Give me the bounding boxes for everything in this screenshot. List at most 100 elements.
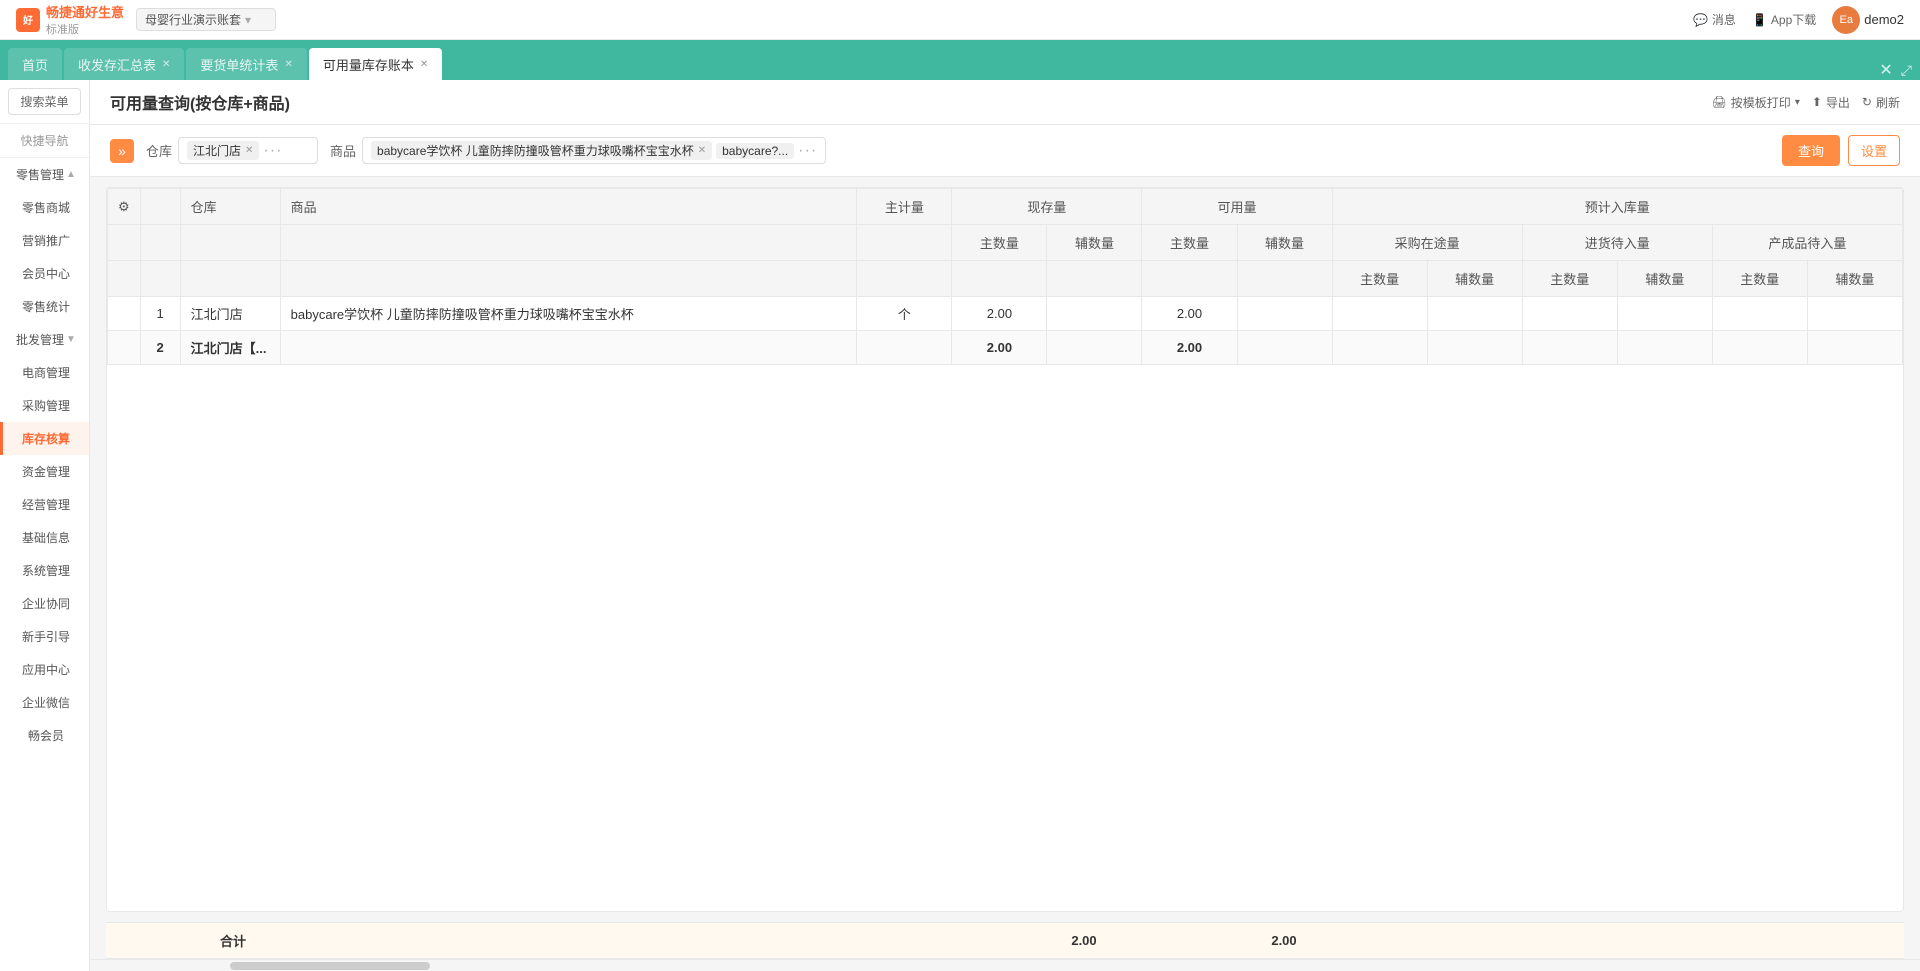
print-btn[interactable]: 🖨 按模板打印 ▾ — [1712, 94, 1800, 111]
chevron-icon: ▼ — [66, 334, 76, 345]
th-num — [140, 189, 180, 225]
th-product-sub2 — [280, 261, 857, 297]
filter-expand-btn[interactable]: » — [110, 139, 134, 163]
sidebar-item-retail-store[interactable]: 零售商城 — [0, 191, 89, 224]
th-warehouse: 仓库 — [180, 189, 280, 225]
nav-tabs-right: ✕ ⤢ — [1879, 60, 1912, 80]
download-icon: 📱 — [1752, 13, 1767, 27]
sidebar-item-marketing[interactable]: 营销推广 — [0, 224, 89, 257]
th-forecast-group: 预计入库量 — [1332, 189, 1902, 225]
export-btn[interactable]: ⬆ 导出 — [1812, 94, 1850, 111]
th-gear-sub — [108, 225, 141, 261]
filter-actions: 查询 设置 — [1782, 135, 1900, 166]
sidebar-quick-nav: 快捷导航 — [0, 124, 89, 158]
product-more-icon[interactable]: ··· — [798, 142, 817, 160]
sidebar-item-guide[interactable]: 新手引导 — [0, 620, 89, 653]
cell-avail-main: 2.00 — [1142, 297, 1237, 331]
sidebar-item-enterprise[interactable]: 企业协同 — [0, 587, 89, 620]
sidebar-item-finance[interactable]: 资金管理 — [0, 455, 89, 488]
sidebar: 搜索菜单 快捷导航 零售管理 ▲ 零售商城 营销推广 会员中心 零售统计 批发管… — [0, 80, 90, 971]
cell-pur-sub — [1427, 297, 1522, 331]
app-download-btn[interactable]: 📱 App下载 — [1752, 11, 1816, 28]
cell-inc-main-st — [1522, 331, 1617, 365]
tab-receive[interactable]: 收发存汇总表 ✕ — [64, 48, 184, 80]
settings-btn[interactable]: 设置 — [1848, 135, 1900, 166]
logo-icon: 好 — [16, 8, 40, 32]
product-filter-group: 商品 babycare学饮杯 儿童防摔防撞吸管杯重力球吸嘴杯宝宝水杯 ✕ bab… — [330, 137, 826, 164]
sidebar-item-sys-mgmt[interactable]: 系统管理 — [0, 554, 89, 587]
product-remove-icon[interactable]: ✕ — [698, 145, 706, 156]
product-input[interactable]: babycare学饮杯 儿童防摔防撞吸管杯重力球吸嘴杯宝宝水杯 ✕ babyca… — [362, 137, 826, 164]
sidebar-item-purchase[interactable]: 采购管理 — [0, 389, 89, 422]
tab-inventory-close[interactable]: ✕ — [420, 59, 428, 70]
th-stock-main: 主数量 — [952, 225, 1047, 261]
sidebar-item-basic-info[interactable]: 基础信息 — [0, 521, 89, 554]
export-icon: ⬆ — [1812, 95, 1822, 109]
th-production-group: 产成品待入量 — [1712, 225, 1902, 261]
cell-inc-sub-st — [1617, 331, 1712, 365]
th-purchase-group: 采购在途量 — [1332, 225, 1522, 261]
scroll-thumb[interactable] — [230, 962, 430, 970]
tab-home[interactable]: 首页 — [8, 48, 62, 80]
refresh-btn[interactable]: ↻ 刷新 — [1862, 94, 1900, 111]
cell-pur-main — [1332, 297, 1427, 331]
page-header: 可用量查询(按仓库+商品) 🖨 按模板打印 ▾ ⬆ 导出 ↻ 刷新 — [90, 80, 1920, 125]
horizontal-scrollbar[interactable] — [90, 959, 1920, 971]
tab-inventory[interactable]: 可用量库存账本 ✕ — [309, 48, 442, 80]
cell-unit: 个 — [857, 297, 952, 331]
cell-avail-sub-st — [1237, 331, 1332, 365]
inventory-table: ⚙ 仓库 商品 主计量 现存量 可用量 预计入库量 — [107, 188, 1903, 365]
cell-num: 1 — [140, 297, 180, 331]
table-row-subtotal: 2 江北门店【... 2.00 2.00 — [108, 331, 1903, 365]
footer-avail-main: 2.00 — [1224, 933, 1344, 948]
sidebar-item-wechat[interactable]: 企业微信 — [0, 686, 89, 719]
th-stock-sub: 辅数量 — [1047, 225, 1142, 261]
tab-receive-label: 收发存汇总表 — [78, 55, 156, 74]
sidebar-item-member[interactable]: 会员中心 — [0, 257, 89, 290]
sidebar-item-retail-mgmt[interactable]: 零售管理 ▲ — [0, 158, 89, 191]
th-pur-sub: 辅数量 — [1427, 261, 1522, 297]
query-btn[interactable]: 查询 — [1782, 135, 1840, 166]
tab-order[interactable]: 要货单统计表 ✕ — [186, 48, 306, 80]
sidebar-item-inventory-check[interactable]: 库存核算 — [0, 422, 89, 455]
cell-inc-sub — [1617, 297, 1712, 331]
page-title: 可用量查询(按仓库+商品) — [110, 90, 290, 114]
th-warehouse-sub — [180, 225, 280, 261]
sidebar-item-ecommerce[interactable]: 电商管理 — [0, 356, 89, 389]
warehouse-input[interactable]: 江北门店 ✕ ··· — [178, 137, 318, 164]
nav-expand-icon[interactable]: ⤢ — [1901, 62, 1912, 79]
user-avatar[interactable]: Ea demo2 — [1832, 6, 1904, 34]
th-pur-main: 主数量 — [1332, 261, 1427, 297]
sidebar-item-batch-mgmt[interactable]: 批发管理 ▼ — [0, 323, 89, 356]
cell-gear-st — [108, 331, 141, 365]
logo-area: 好 畅捷通好生意 标准版 — [16, 2, 124, 37]
nav-close-all-icon[interactable]: ✕ — [1879, 60, 1892, 80]
th-avail-main: 主数量 — [1142, 225, 1237, 261]
product-tag-1: babycare学饮杯 儿童防摔防撞吸管杯重力球吸嘴杯宝宝水杯 ✕ — [371, 141, 712, 160]
cell-pro-main-st — [1712, 331, 1807, 365]
cell-pro-sub — [1807, 297, 1902, 331]
warehouse-label: 仓库 — [146, 141, 172, 160]
th-avail-main2 — [1142, 261, 1237, 297]
th-avail-sub2 — [1237, 261, 1332, 297]
th-product: 商品 — [280, 189, 857, 225]
message-icon: 💬 — [1693, 13, 1708, 27]
cell-warehouse-st: 江北门店【... — [180, 331, 280, 365]
search-menu-btn[interactable]: 搜索菜单 — [8, 88, 81, 115]
main-layout: 搜索菜单 快捷导航 零售管理 ▲ 零售商城 营销推广 会员中心 零售统计 批发管… — [0, 80, 1920, 971]
tab-inventory-label: 可用量库存账本 — [323, 55, 414, 74]
sidebar-item-operation[interactable]: 经营管理 — [0, 488, 89, 521]
sidebar-item-vip[interactable]: 畅会员 — [0, 719, 89, 752]
th-avail-sub: 辅数量 — [1237, 225, 1332, 261]
cell-avail-sub — [1237, 297, 1332, 331]
industry-selector[interactable]: 母婴行业演示账套 ▾ — [136, 8, 276, 31]
message-btn[interactable]: 💬 消息 — [1693, 11, 1736, 28]
tab-home-label: 首页 — [22, 55, 48, 74]
sidebar-item-retail-stats[interactable]: 零售统计 — [0, 290, 89, 323]
tab-receive-close[interactable]: ✕ — [162, 59, 170, 70]
sidebar-item-app-center[interactable]: 应用中心 — [0, 653, 89, 686]
warehouse-remove-icon[interactable]: ✕ — [245, 145, 253, 156]
more-options-icon[interactable]: ··· — [263, 142, 282, 160]
th-gear-sub2 — [108, 261, 141, 297]
tab-order-close[interactable]: ✕ — [284, 59, 292, 70]
